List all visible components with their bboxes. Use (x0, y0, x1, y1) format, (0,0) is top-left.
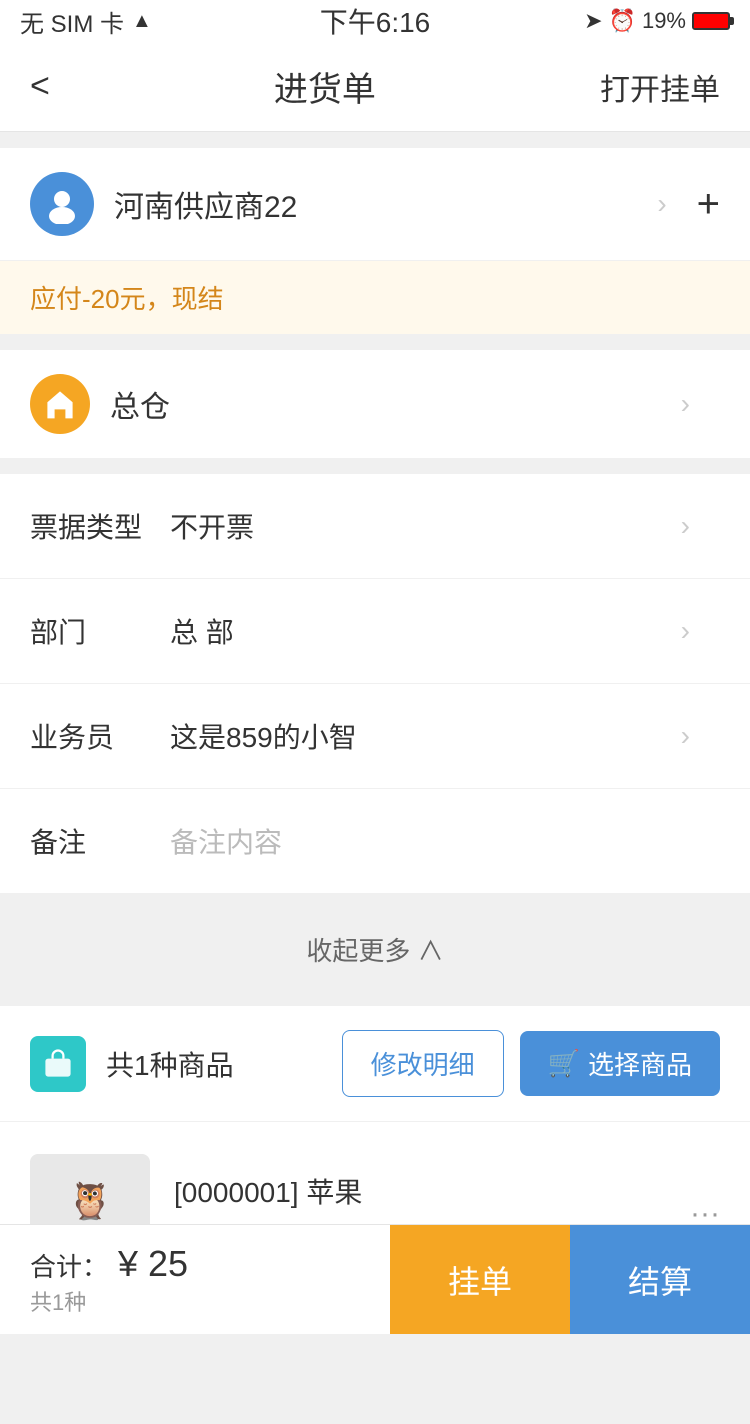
products-header: 共1种商品 修改明细 🛒 选择商品 (0, 1006, 750, 1122)
select-icon: 🛒 (548, 1048, 580, 1079)
remark-label: 备注 (30, 821, 150, 861)
hang-order-button[interactable]: 挂单 (390, 1225, 570, 1334)
warehouse-icon (30, 374, 90, 434)
add-button[interactable]: + (697, 182, 720, 227)
status-bar-time: 下午6:16 (320, 1, 431, 41)
status-bar-left: 无 SIM 卡 ▲ (20, 4, 152, 39)
select-label: 选择商品 (588, 1045, 692, 1082)
checkout-button[interactable]: 结算 (570, 1225, 750, 1334)
person-icon (42, 184, 82, 224)
total-label: 合计： (30, 1247, 108, 1284)
form-rows-card: 票据类型 不开票 › 部门 总 部 › 业务员 这是859的小智 › 备注 备注… (0, 474, 750, 893)
chevron-right-icon: › (681, 615, 690, 647)
battery-percent: 19% (642, 8, 686, 34)
edit-details-button[interactable]: 修改明细 (342, 1030, 504, 1097)
alarm-icon: ⏰ (609, 8, 636, 34)
salesperson-value: 这是859的小智 (150, 716, 681, 756)
home-icon (42, 386, 78, 422)
nav-bar: < 进货单 打开挂单 (0, 42, 750, 132)
department-row[interactable]: 部门 总 部 › (0, 579, 750, 684)
total-row: 合计： ¥ 25 (30, 1243, 390, 1285)
battery-icon (692, 12, 730, 30)
chevron-right-icon: › (657, 188, 666, 220)
cart-icon (40, 1046, 76, 1082)
status-bar: 无 SIM 卡 ▲ 下午6:16 ➤ ⏰ 19% (0, 0, 750, 42)
ticket-type-label: 票据类型 (30, 506, 150, 546)
remark-placeholder[interactable]: 备注内容 (150, 821, 720, 861)
total-count: 共1种 (30, 1285, 390, 1317)
supplier-name: 河南供应商22 (114, 182, 657, 226)
ticket-type-row[interactable]: 票据类型 不开票 › (0, 474, 750, 579)
supplier-avatar (30, 172, 94, 236)
status-bar-right: ➤ ⏰ 19% (584, 8, 730, 34)
select-product-button[interactable]: 🛒 选择商品 (520, 1031, 720, 1096)
carrier-label: 无 SIM 卡 (20, 4, 124, 39)
salesperson-row[interactable]: 业务员 这是859的小智 › (0, 684, 750, 789)
chevron-right-icon: › (681, 510, 690, 542)
salesperson-label: 业务员 (30, 716, 150, 756)
product-code: [0000001] (174, 1177, 306, 1208)
chevron-right-icon: › (681, 720, 690, 752)
remark-row[interactable]: 备注 备注内容 (0, 789, 750, 893)
alert-banner: 应付-20元，现结 (0, 261, 750, 334)
page-title: 进货单 (274, 62, 376, 111)
bottom-bar: 合计： ¥ 25 共1种 挂单 结算 (0, 1224, 750, 1334)
back-button[interactable]: < (30, 67, 50, 106)
product-name: [0000001] 苹果 (174, 1171, 670, 1211)
supplier-row[interactable]: 河南供应商22 › + (0, 148, 750, 261)
bottom-total: 合计： ¥ 25 共1种 (0, 1225, 390, 1334)
warehouse-row[interactable]: 总仓 › (0, 350, 750, 458)
warehouse-name: 总仓 (110, 382, 681, 426)
product-title: 苹果 (306, 1177, 362, 1208)
total-amount: ¥ 25 (118, 1243, 188, 1285)
owl-icon: 🦉 (68, 1180, 113, 1222)
department-label: 部门 (30, 611, 150, 651)
open-pending-button[interactable]: 打开挂单 (600, 65, 720, 109)
department-value: 总 部 (150, 611, 681, 651)
products-count: 共1种商品 (106, 1044, 342, 1084)
wifi-icon: ▲ (132, 10, 152, 33)
ticket-type-value: 不开票 (150, 506, 681, 546)
supplier-card: 河南供应商22 › + 应付-20元，现结 (0, 148, 750, 334)
collapse-row[interactable]: 收起更多 ∧ (0, 909, 750, 990)
collapse-label: 收起更多 ∧ (306, 931, 443, 968)
products-icon (30, 1036, 86, 1092)
location-icon: ➤ (584, 8, 602, 34)
chevron-right-icon: › (681, 388, 690, 420)
